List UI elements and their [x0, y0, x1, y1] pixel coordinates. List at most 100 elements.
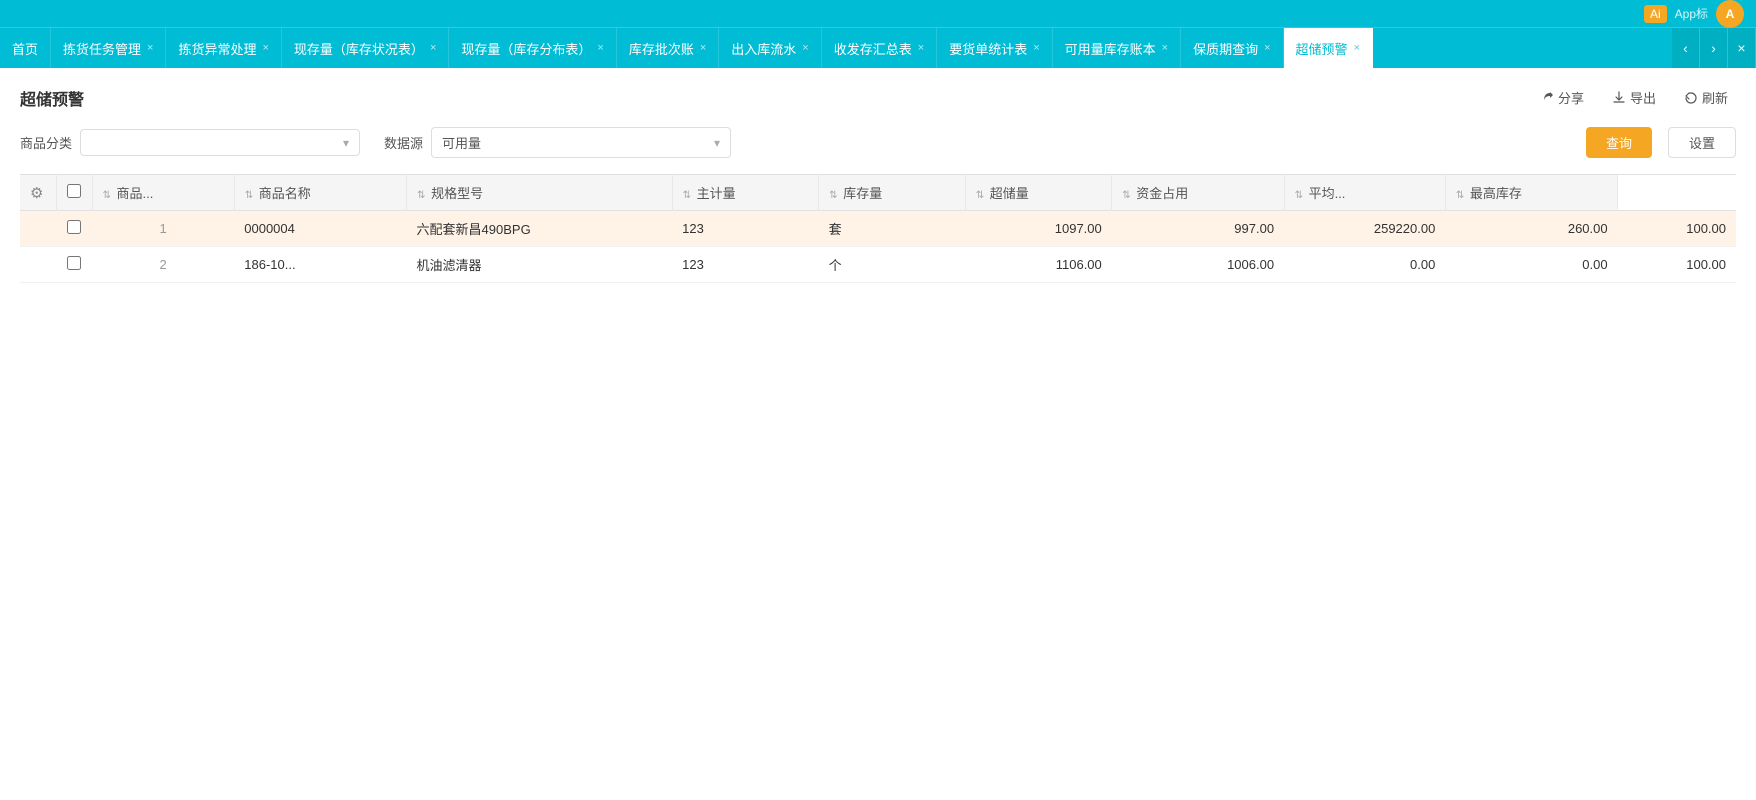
refresh-icon — [1684, 91, 1698, 105]
col-spec-header: ⇅ 规格型号 — [407, 175, 673, 211]
nav-close-icon[interactable]: × — [1354, 42, 1360, 54]
nav-close-icon[interactable]: × — [1264, 42, 1270, 54]
app-tab-btn[interactable]: App标 — [1675, 5, 1708, 22]
nav-item-保质期查询[interactable]: 保质期查询× — [1181, 28, 1283, 68]
sort-icon-overstock[interactable]: ⇅ — [976, 190, 984, 201]
row-unit: 个 — [819, 247, 966, 283]
row-name: 机油滤清器 — [407, 247, 673, 283]
nav-close-icon[interactable]: × — [918, 42, 924, 54]
nav-close-icon[interactable]: × — [147, 42, 153, 54]
sort-icon-spec[interactable]: ⇅ — [417, 190, 425, 201]
nav-item-拣货异常处理[interactable]: 拣货异常处理× — [166, 28, 281, 68]
row-checkbox[interactable] — [67, 220, 81, 234]
col-maxstock-header: ⇅ 最高库存 — [1445, 175, 1617, 211]
datasource-filter: 数据源 可用量 ▾ — [384, 127, 731, 158]
sort-icon-capital[interactable]: ⇅ — [1122, 190, 1130, 201]
row-overstock: 1006.00 — [1112, 247, 1284, 283]
row-settings-cell — [20, 211, 56, 247]
nav-item-现存量库存分布表[interactable]: 现存量（库存分布表）× — [449, 28, 616, 68]
share-button[interactable]: 分享 — [1532, 84, 1592, 111]
share-icon — [1540, 91, 1554, 105]
nav-close-icon[interactable]: × — [802, 42, 808, 54]
row-overstock: 997.00 — [1112, 211, 1284, 247]
col-name-header: ⇅ 商品名称 — [234, 175, 406, 211]
table-header-row: ⚙ ⇅ 商品... ⇅ 商品名称 ⇅ 规格型号 ⇅ — [20, 175, 1736, 211]
nav-item-可用量库存账本[interactable]: 可用量库存账本× — [1053, 28, 1181, 68]
sort-icon-stock[interactable]: ⇅ — [829, 190, 837, 201]
settings-button[interactable]: 设置 — [1668, 127, 1736, 158]
col-capital-label: 资金占用 — [1136, 186, 1188, 201]
ai-button[interactable]: Ai — [1644, 5, 1667, 23]
col-capital-header: ⇅ 资金占用 — [1112, 175, 1284, 211]
export-button[interactable]: 导出 — [1604, 84, 1664, 111]
col-stock-header: ⇅ 库存量 — [819, 175, 966, 211]
col-unit-label: 主计量 — [697, 186, 736, 201]
nav-close-icon[interactable]: × — [430, 42, 436, 54]
row-maxstock: 100.00 — [1618, 247, 1736, 283]
nav-item-库存批次账[interactable]: 库存批次账× — [617, 28, 719, 68]
sort-icon-unit[interactable]: ⇅ — [683, 190, 691, 201]
sort-icon-maxstock[interactable]: ⇅ — [1456, 190, 1464, 201]
header-actions: 分享 导出 刷新 — [1532, 84, 1736, 111]
row-id: 186-10... — [234, 247, 406, 283]
nav-arrow-right[interactable]: › — [1700, 28, 1728, 68]
nav-close-icon[interactable]: × — [1033, 42, 1039, 54]
col-unit-header: ⇅ 主计量 — [672, 175, 819, 211]
row-id: 0000004 — [234, 211, 406, 247]
nav-close-btn[interactable]: × — [1728, 28, 1756, 68]
col-checkbox-header — [56, 175, 92, 211]
table-row: 1 0000004 六配套新昌490BPG 123 套 1097.00 997.… — [20, 211, 1736, 247]
category-label: 商品分类 — [20, 133, 72, 152]
nav-item-收发存汇总表[interactable]: 收发存汇总表× — [822, 28, 937, 68]
ai-label: Ai — [1644, 5, 1667, 23]
pre-nav-bar: Ai App标 A — [0, 0, 1756, 28]
data-table: ⚙ ⇅ 商品... ⇅ 商品名称 ⇅ 规格型号 ⇅ — [20, 174, 1736, 283]
page-header: 超储预警 分享 导出 刷新 — [20, 84, 1736, 111]
col-avg-header: ⇅ 平均... — [1284, 175, 1445, 211]
col-overstock-label: 超储量 — [990, 186, 1029, 201]
nav-item-现存量库存状况表[interactable]: 现存量（库存状况表）× — [282, 28, 449, 68]
nav-item-要货单统计表[interactable]: 要货单统计表× — [937, 28, 1052, 68]
datasource-value: 可用量 — [442, 133, 481, 152]
query-button[interactable]: 查询 — [1586, 127, 1652, 158]
row-index: 1 — [92, 211, 234, 247]
col-id-header: ⇅ 商品... — [92, 175, 234, 211]
col-name-label: 商品名称 — [259, 186, 311, 201]
row-name: 六配套新昌490BPG — [407, 211, 673, 247]
nav-item-出入库流水[interactable]: 出入库流水× — [719, 28, 821, 68]
sort-icon-name[interactable]: ⇅ — [245, 190, 253, 201]
row-avg: 260.00 — [1445, 211, 1617, 247]
col-avg-label: 平均... — [1309, 186, 1346, 201]
select-all-checkbox[interactable] — [67, 184, 81, 198]
user-avatar[interactable]: A — [1716, 0, 1744, 28]
sort-icon-avg[interactable]: ⇅ — [1295, 190, 1303, 201]
settings-gear-icon[interactable]: ⚙ — [30, 185, 43, 202]
row-unit: 套 — [819, 211, 966, 247]
nav-close-icon[interactable]: × — [597, 42, 603, 54]
nav-arrows: ‹ › × — [1672, 28, 1756, 68]
page-title: 超储预警 — [20, 86, 84, 110]
nav-close-icon[interactable]: × — [262, 42, 268, 54]
row-spec: 123 — [672, 247, 819, 283]
category-filter: 商品分类 ​ ▾ — [20, 129, 360, 156]
row-checkbox-cell — [56, 211, 92, 247]
category-select[interactable]: ​ ▾ — [80, 129, 360, 156]
table-row: 2 186-10... 机油滤清器 123 个 1106.00 1006.00 … — [20, 247, 1736, 283]
page-content: 超储预警 分享 导出 刷新 商品分类 ​ ▾ 数据源 — [0, 68, 1756, 299]
nav-arrow-left[interactable]: ‹ — [1672, 28, 1700, 68]
col-spec-label: 规格型号 — [431, 186, 483, 201]
nav-close-icon[interactable]: × — [700, 42, 706, 54]
row-spec: 123 — [672, 211, 819, 247]
sort-icon-id[interactable]: ⇅ — [103, 190, 111, 201]
row-stock: 1106.00 — [965, 247, 1112, 283]
nav-bar: 首页拣货任务管理×拣货异常处理×现存量（库存状况表）×现存量（库存分布表）×库存… — [0, 28, 1756, 68]
nav-close-icon[interactable]: × — [1162, 42, 1168, 54]
nav-item-拣货任务管理[interactable]: 拣货任务管理× — [51, 28, 166, 68]
refresh-button[interactable]: 刷新 — [1676, 84, 1736, 111]
datasource-dropdown-arrow: ▾ — [714, 136, 720, 150]
row-checkbox[interactable] — [67, 256, 81, 270]
category-dropdown-arrow: ▾ — [343, 136, 349, 150]
nav-item-超储预警[interactable]: 超储预警× — [1284, 28, 1373, 68]
nav-item-首页[interactable]: 首页 — [0, 28, 51, 68]
datasource-select[interactable]: 可用量 ▾ — [431, 127, 731, 158]
